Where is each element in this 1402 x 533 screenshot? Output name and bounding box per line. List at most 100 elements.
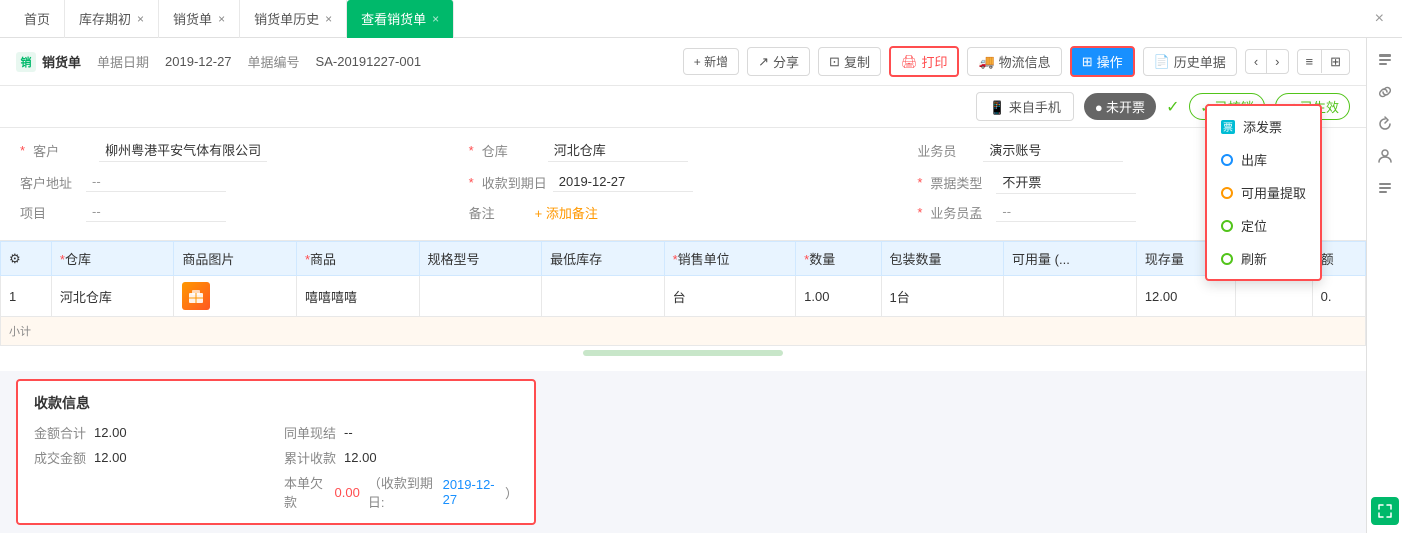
customer-label: 客户 [33,141,93,160]
share-label: 分享 [773,52,799,71]
doc-title-text: 销货单 [42,52,81,71]
row-unit-price [1236,276,1312,317]
add-note-button[interactable]: + 添加备注 [535,203,598,222]
subtotal-row: 小计 [1,317,1366,346]
print-icon: 🖨 [901,54,918,70]
tab-view-sales[interactable]: 查看销货单 × [347,0,454,38]
expand-button[interactable] [1371,497,1399,525]
tab-bar: 首页 库存期初 × 销货单 × 销货单历史 × 查看销货单 × × [0,0,1402,38]
warehouse-required: * [469,143,474,158]
tab-sales-order[interactable]: 销货单 × [159,0,240,38]
dropdown-add-invoice[interactable]: 票 添发票 [1207,110,1320,143]
tab-sales-history-close[interactable]: × [325,12,332,26]
table-header-row: ⚙ *仓库 商品图片 *商品 规格型号 最低库存 *销售单位 *数量 包装数量 … [1,242,1366,276]
tab-home[interactable]: 首页 [10,0,65,38]
address-value: -- [86,172,226,192]
tab-inventory-close[interactable]: × [137,12,144,26]
customer-value[interactable]: 柳州粤港平安气体有限公司 [99,138,267,162]
history-button[interactable]: 📄 历史单据 [1143,47,1237,76]
close-all-button[interactable]: × [1367,10,1392,28]
dropdown-available-qty[interactable]: 可用量提取 [1207,176,1320,209]
right-sidebar [1366,38,1402,533]
project-value: -- [86,202,226,222]
list-view-button[interactable]: ≡ [1298,50,1323,73]
date-value: 2019-12-27 [165,54,232,69]
not-open-label: 未开票 [1106,100,1145,115]
from-phone-label: 来自手机 [1009,100,1061,115]
salesperson2-label: 业务员孟 [930,203,990,222]
sidebar-icon-edit[interactable] [1371,46,1399,74]
tab-inventory-init[interactable]: 库存期初 × [65,0,159,38]
operation-dropdown: 票 添发票 出库 可用量提取 定位 刷新 [1205,104,1322,281]
history-label: 历史单据 [1174,52,1226,71]
row-spec [419,276,542,317]
payment-info: 收款信息 金额合计 12.00 同单现结 -- 成交金额 12.00 [16,379,536,525]
sidebar-icon-refresh[interactable] [1371,110,1399,138]
next-button[interactable]: › [1267,50,1287,73]
doc-type-icon: 销 [16,52,36,72]
row-quantity: 1.00 [796,276,881,317]
scroll-bar[interactable] [583,350,783,356]
customer-field: * 客户 柳州粤港平安气体有限公司 [20,138,449,162]
row-product: 嘻嘻嘻嘻 [296,276,419,317]
view-toggle: ≡ ⊞ [1297,49,1351,75]
dropdown-locate[interactable]: 定位 [1207,209,1320,242]
row-pack-qty: 1台 [881,276,1004,317]
product-image [182,282,210,310]
warehouse-value[interactable]: 河北仓库 [548,138,688,162]
tab-view-sales-close[interactable]: × [432,12,439,26]
from-phone-button[interactable]: 📱 来自手机 [976,92,1074,121]
locate-icon [1221,220,1233,232]
col-pack-qty: 包装数量 [881,242,1004,276]
status-buttons: 📱 来自手机 ● 未开票 ✓ ✓ 已核销 ✓ 已生效 [0,86,1366,128]
not-open-button[interactable]: ● 未开票 [1084,93,1156,120]
due-note-label: （收款到期日: [368,473,435,511]
row-current-stock: 12.00 [1136,276,1235,317]
due-note-date: 2019-12-27 [443,477,497,507]
doc-title: 销 销货单 [16,52,81,72]
add-button[interactable]: + 新增 [683,48,739,75]
logistics-button[interactable]: 🚚 物流信息 [967,47,1061,76]
prev-button[interactable]: ‹ [1246,50,1267,73]
total-amount-label: 金额合计 [34,423,86,442]
locate-label: 定位 [1241,216,1267,235]
share-button[interactable]: ↗ 分享 [747,47,810,76]
current-owed-row: 本单欠款 0.00 （收款到期日: 2019-12-27 ） [284,473,518,511]
operation-button[interactable]: ⊞ 操作 [1070,46,1135,77]
tab-sales-history[interactable]: 销货单历史 × [240,0,347,38]
same-order-row: 同单现结 -- [284,423,518,442]
copy-label: 复制 [844,52,870,71]
row-sales-unit: 台 [664,276,796,317]
refresh-icon [1221,253,1233,265]
copy-button[interactable]: ⊡ 复制 [818,47,881,76]
print-button[interactable]: 🖨 打印 [889,46,960,77]
dropdown-outbound[interactable]: 出库 [1207,143,1320,176]
bill-type-value[interactable]: 不开票 [996,170,1136,194]
col-settings[interactable]: ⚙ [1,242,52,276]
due-date-field: * 收款到期日 2019-12-27 [469,172,898,192]
project-field: 项目 -- [20,202,449,222]
due-date-required: * [469,175,474,190]
sidebar-icon-link[interactable] [1371,78,1399,106]
col-min-stock: 最低库存 [542,242,665,276]
due-date-value[interactable]: 2019-12-27 [553,172,693,192]
product-table: ⚙ *仓库 商品图片 *商品 规格型号 最低库存 *销售单位 *数量 包装数量 … [0,241,1366,346]
share-icon: ↗ [758,54,769,70]
tab-sales-close[interactable]: × [218,12,225,26]
main-wrapper: 销 销货单 单据日期 2019-12-27 单据编号 SA-20191227-0… [0,38,1402,533]
doc-header: 销 销货单 单据日期 2019-12-27 单据编号 SA-20191227-0… [0,38,1366,86]
warehouse-label: 仓库 [482,141,542,160]
salesperson2-value: -- [996,202,1136,222]
sidebar-icon-list[interactable] [1371,174,1399,202]
sidebar-icon-user[interactable] [1371,142,1399,170]
due-note-close: ） [505,483,518,502]
form-row-1: * 客户 柳州粤港平安气体有限公司 * 仓库 河北仓库 业务员 演示账号 [20,138,1346,162]
date-label: 单据日期 [97,52,149,71]
grid-view-button[interactable]: ⊞ [1322,50,1349,74]
table-row: 1 河北仓库 [1,276,1366,317]
form-area: * 客户 柳州粤港平安气体有限公司 * 仓库 河北仓库 业务员 演示账号 [0,128,1366,241]
accumulated-row: 累计收款 12.00 [284,448,518,467]
accumulated-value: 12.00 [344,450,377,465]
history-icon: 📄 [1154,54,1170,70]
dropdown-refresh[interactable]: 刷新 [1207,242,1320,275]
